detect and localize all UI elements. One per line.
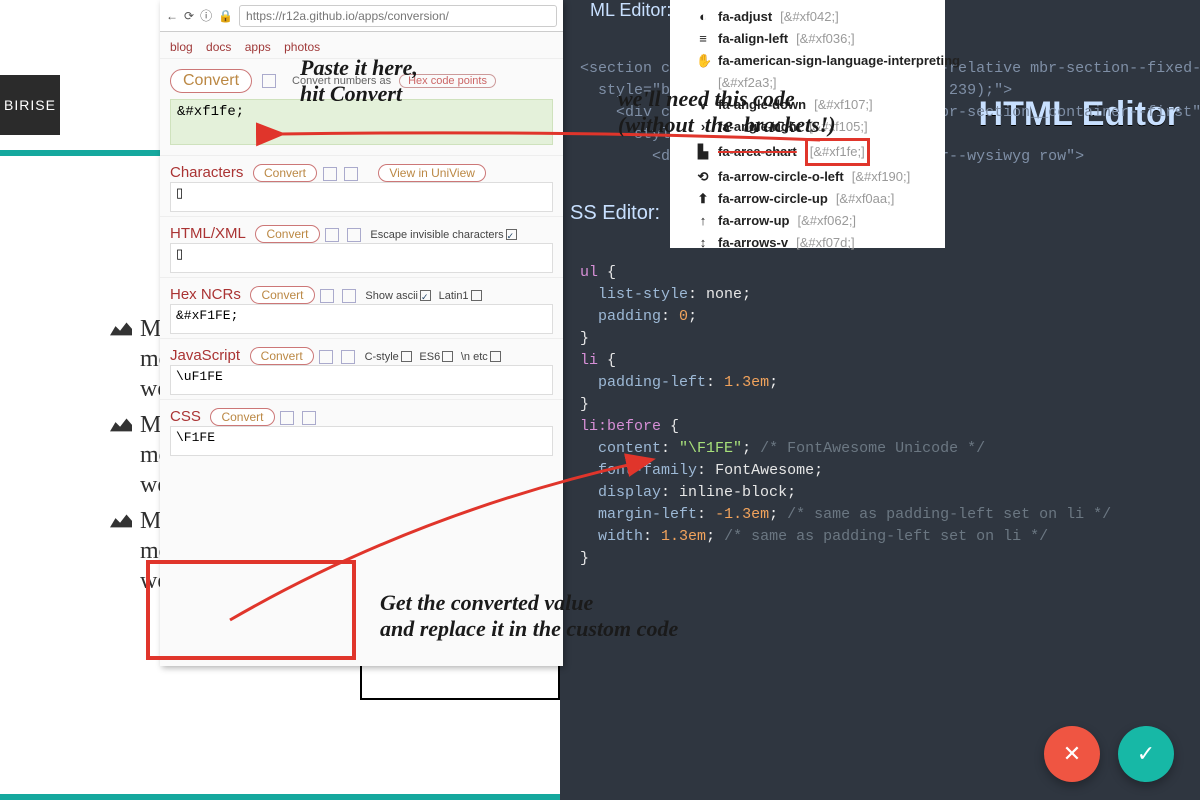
checkbox[interactable]: [471, 290, 482, 301]
section-title: Characters: [170, 164, 243, 181]
area-chart-icon: [110, 512, 132, 528]
nav-link[interactable]: blog: [170, 40, 193, 54]
brand-text: BIRISE: [4, 97, 56, 113]
cancel-button[interactable]: ✕: [1044, 726, 1100, 782]
checkbox[interactable]: [442, 351, 453, 362]
area-chart-icon: [110, 416, 132, 432]
select-icon[interactable]: [341, 350, 355, 364]
css-output[interactable]: \F1FE: [170, 426, 553, 456]
callout-box-css: [146, 560, 356, 660]
select-icon[interactable]: [347, 228, 361, 242]
copy-icon[interactable]: [323, 167, 337, 181]
url-field[interactable]: https://r12a.github.io/apps/conversion/: [239, 5, 557, 27]
nav-link[interactable]: docs: [206, 40, 231, 54]
section-title: CSS: [170, 408, 201, 425]
hexncr-section: Hex NCRs Convert Show ascii Latin1 &#xF1…: [160, 278, 563, 339]
copy-icon[interactable]: [325, 228, 339, 242]
lock-icon: 🔒: [218, 9, 233, 23]
javascript-section: JavaScript Convert C-style ES6 \n etc \u…: [160, 339, 563, 400]
select-icon[interactable]: [302, 411, 316, 425]
css-section: CSS Convert \F1FE: [160, 400, 563, 460]
image-frame: [360, 660, 560, 700]
section-title: JavaScript: [170, 347, 240, 364]
javascript-output[interactable]: \uF1FE: [170, 365, 553, 395]
back-icon[interactable]: ←: [166, 9, 178, 23]
characters-section: Characters Convert View in UniView ▯: [160, 156, 563, 217]
copy-icon[interactable]: [280, 411, 294, 425]
uniview-button[interactable]: View in UniView: [378, 164, 486, 182]
annotation-need: we'll need this code (without the bracke…: [618, 86, 836, 138]
browser-address-bar: ← ⟳ ⓘ 🔒 https://r12a.github.io/apps/conv…: [160, 0, 563, 32]
copy-icon[interactable]: [262, 74, 276, 88]
nav-link[interactable]: photos: [284, 40, 320, 54]
reload-icon[interactable]: ⟳: [184, 9, 194, 23]
brand-bar: BIRISE: [0, 75, 60, 135]
hexncr-output[interactable]: &#xF1FE;: [170, 304, 553, 334]
convert-button[interactable]: Convert: [250, 347, 314, 365]
convert-button[interactable]: Convert: [255, 225, 319, 243]
checkbox[interactable]: [506, 229, 517, 240]
area-chart-icon: [110, 320, 132, 336]
close-icon: ✕: [1063, 741, 1081, 767]
checkbox[interactable]: [401, 351, 412, 362]
css-code-block[interactable]: ul { list-style: none; padding: 0; } li …: [580, 262, 1111, 570]
section-title: HTML/XML: [170, 225, 246, 242]
characters-output[interactable]: ▯: [170, 182, 553, 212]
select-icon[interactable]: [342, 289, 356, 303]
htmlxml-output[interactable]: ▯: [170, 243, 553, 273]
check-icon: ✓: [1137, 741, 1155, 767]
css-editor-label: SS Editor:: [570, 202, 660, 225]
confirm-button[interactable]: ✓: [1118, 726, 1174, 782]
select-icon[interactable]: [344, 167, 358, 181]
annotation-get: Get the converted value and replace it i…: [380, 590, 678, 642]
copy-icon[interactable]: [319, 350, 333, 364]
checkbox[interactable]: [420, 290, 431, 301]
convert-button[interactable]: Convert: [210, 408, 274, 426]
annotation-paste: Paste it here, hit Convert: [300, 55, 418, 107]
html-editor-label: ML Editor:: [590, 0, 671, 21]
htmlxml-section: HTML/XML Convert Escape invisible charac…: [160, 217, 563, 278]
convert-button[interactable]: Convert: [170, 69, 252, 93]
divider: [0, 794, 560, 800]
copy-icon[interactable]: [320, 289, 334, 303]
convert-button[interactable]: Convert: [253, 164, 317, 182]
nav-link[interactable]: apps: [245, 40, 271, 54]
option-label: Escape invisible characters: [370, 229, 503, 241]
convert-button[interactable]: Convert: [250, 286, 314, 304]
checkbox[interactable]: [490, 351, 501, 362]
section-title: Hex NCRs: [170, 286, 241, 303]
info-icon[interactable]: ⓘ: [200, 7, 212, 24]
